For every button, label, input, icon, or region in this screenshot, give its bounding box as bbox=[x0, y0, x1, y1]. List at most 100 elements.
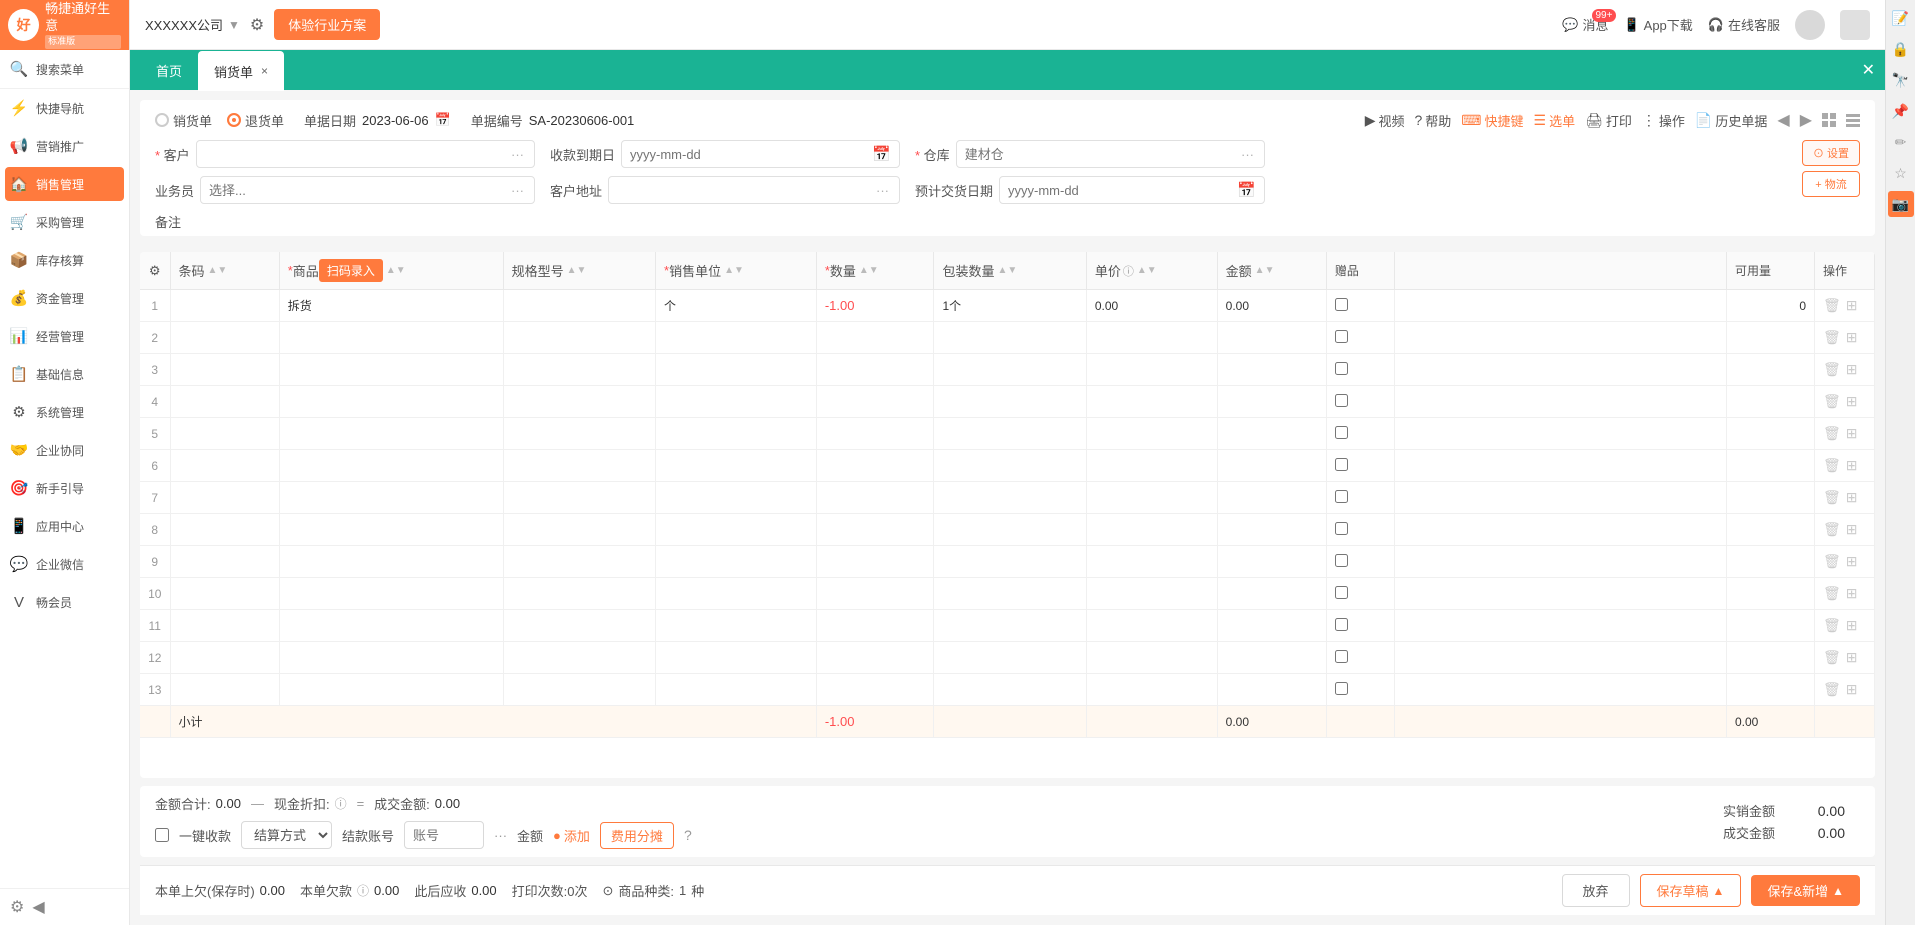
right-sidebar-camera-icon[interactable]: 📷 bbox=[1888, 191, 1914, 217]
delete-row-icon[interactable]: 🗑 bbox=[1823, 553, 1841, 570]
payment-due-input-wrap[interactable]: 📅 bbox=[621, 140, 900, 168]
radio-sales-order[interactable]: 销货单 bbox=[155, 111, 212, 130]
quantity-cell[interactable]: -1.00 bbox=[816, 290, 934, 322]
user-avatar[interactable] bbox=[1795, 10, 1825, 40]
payment-more-icon[interactable]: ··· bbox=[494, 828, 507, 843]
delivery-date-input-wrap[interactable]: 📅 bbox=[999, 176, 1265, 204]
customer-more-icon[interactable]: ··· bbox=[509, 147, 526, 162]
app-download-button[interactable]: 📱 App下载 bbox=[1623, 15, 1692, 34]
sidebar-item-system[interactable]: ⚙ 系统管理 bbox=[0, 393, 129, 431]
sidebar-collapse-icon[interactable]: ◀ bbox=[32, 897, 44, 917]
sidebar-item-purchase[interactable]: 🛒 采购管理 bbox=[0, 203, 129, 241]
sort-price[interactable]: ▲▼ bbox=[1137, 266, 1157, 276]
scan-input-button[interactable]: 扫码录入 bbox=[319, 259, 383, 282]
sidebar-item-operations[interactable]: 📊 经营管理 bbox=[0, 317, 129, 355]
spec-cell[interactable] bbox=[503, 290, 655, 322]
copy-row-icon[interactable]: ⊞ bbox=[1846, 489, 1858, 506]
right-sidebar-pin-icon[interactable]: 📌 bbox=[1888, 98, 1914, 124]
copy-row-icon[interactable]: ⊞ bbox=[1846, 521, 1858, 538]
settlement-select[interactable]: 结算方式 bbox=[241, 821, 332, 849]
action-select[interactable]: ☰ 选单 bbox=[1534, 111, 1576, 130]
right-sidebar-notes-icon[interactable]: 📝 bbox=[1888, 5, 1914, 31]
nav-next-icon[interactable]: ▶ bbox=[1800, 110, 1812, 130]
save-draft-button[interactable]: 保存草稿 ▲ bbox=[1640, 874, 1742, 907]
action-help[interactable]: ? 帮助 bbox=[1414, 111, 1451, 130]
product-cell[interactable]: 拆货 bbox=[279, 290, 503, 322]
copy-row-icon[interactable]: ⊞ bbox=[1846, 425, 1858, 442]
cash-discount-info[interactable]: ⓘ bbox=[335, 795, 347, 812]
right-sidebar-star-icon[interactable]: ☆ bbox=[1888, 160, 1914, 186]
online-service-button[interactable]: 🎧 在线客服 bbox=[1708, 15, 1780, 34]
save-new-button[interactable]: 保存&新增 ▲ bbox=[1751, 875, 1860, 906]
delete-row-icon[interactable]: 🗑 bbox=[1823, 393, 1841, 410]
calendar-icon[interactable]: 📅 bbox=[435, 112, 451, 128]
customer-addr-more-icon[interactable]: ··· bbox=[874, 183, 891, 198]
gift-checkbox[interactable] bbox=[1335, 586, 1348, 599]
unit-cell[interactable]: 个 bbox=[656, 290, 817, 322]
one-click-payment-checkbox[interactable] bbox=[155, 828, 169, 842]
amount-cell[interactable]: 0.00 bbox=[1217, 290, 1326, 322]
action-video[interactable]: ▶ 视频 bbox=[1365, 111, 1405, 130]
delete-row-icon[interactable]: 🗑 bbox=[1823, 457, 1841, 474]
sidebar-item-search[interactable]: 🔍 搜索菜单 bbox=[0, 50, 129, 89]
salesman-input-wrap[interactable]: ··· bbox=[200, 176, 535, 204]
copy-row-icon[interactable]: ⊞ bbox=[1846, 297, 1858, 314]
action-print[interactable]: 🖨 打印 bbox=[1585, 111, 1632, 130]
sort-pack[interactable]: ▲▼ bbox=[997, 266, 1017, 276]
delivery-date-input[interactable] bbox=[1008, 183, 1233, 198]
gift-checkbox[interactable] bbox=[1335, 682, 1348, 695]
gift-checkbox[interactable] bbox=[1335, 490, 1348, 503]
warehouse-input[interactable] bbox=[965, 147, 1235, 162]
unit-price-cell[interactable]: 0.00 bbox=[1086, 290, 1217, 322]
sort-unit[interactable]: ▲▼ bbox=[724, 266, 744, 276]
sidebar-item-basic[interactable]: 📋 基础信息 bbox=[0, 355, 129, 393]
sort-product[interactable]: ▲▼ bbox=[386, 266, 406, 276]
company-selector[interactable]: XXXXXX公司 ▼ bbox=[145, 15, 240, 34]
delete-row-icon[interactable]: 🗑 bbox=[1823, 361, 1841, 378]
sort-quantity[interactable]: ▲▼ bbox=[859, 266, 879, 276]
sidebar-item-marketing[interactable]: 📢 营销推广 bbox=[0, 127, 129, 165]
delete-row-icon[interactable]: 🗑 bbox=[1823, 649, 1841, 666]
gift-checkbox[interactable] bbox=[1335, 522, 1348, 535]
copy-row-icon[interactable]: ⊞ bbox=[1846, 585, 1858, 602]
delivery-calendar-icon[interactable]: 📅 bbox=[1237, 181, 1256, 199]
topbar-settings-icon[interactable]: ⚙ bbox=[250, 15, 264, 35]
sidebar-item-member[interactable]: V 畅会员 bbox=[0, 583, 129, 621]
copy-row-icon[interactable]: ⊞ bbox=[1846, 649, 1858, 666]
delete-row-icon[interactable]: 🗑 bbox=[1823, 617, 1841, 634]
gift-cell[interactable] bbox=[1326, 290, 1394, 322]
sidebar-item-collab[interactable]: 🤝 企业协同 bbox=[0, 431, 129, 469]
gift-checkbox[interactable] bbox=[1335, 426, 1348, 439]
logistics-button[interactable]: + 物流 bbox=[1802, 171, 1860, 197]
tab-close-icon[interactable]: × bbox=[261, 64, 268, 78]
customer-addr-input-wrap[interactable]: ··· bbox=[608, 176, 900, 204]
pack-qty-cell[interactable]: 1个 bbox=[934, 290, 1086, 322]
delete-row-icon[interactable]: 🗑 bbox=[1823, 489, 1841, 506]
sidebar-item-inventory[interactable]: 📦 库存核算 bbox=[0, 241, 129, 279]
debt-info-icon[interactable]: ⓘ bbox=[357, 882, 369, 899]
copy-row-icon[interactable]: ⊞ bbox=[1846, 361, 1858, 378]
customer-addr-input[interactable] bbox=[617, 183, 870, 198]
delete-row-icon[interactable]: 🗑 bbox=[1823, 329, 1841, 346]
tab-sales-order[interactable]: 销货单 × bbox=[198, 51, 284, 91]
delete-row-icon[interactable]: 🗑 bbox=[1823, 521, 1841, 538]
copy-row-icon[interactable]: ⊞ bbox=[1846, 329, 1858, 346]
expense-split-button[interactable]: 费用分摊 bbox=[600, 822, 674, 849]
gift-checkbox[interactable] bbox=[1335, 618, 1348, 631]
action-operate[interactable]: ⋮ 操作 bbox=[1642, 111, 1685, 130]
right-sidebar-edit-icon[interactable]: ✏ bbox=[1888, 129, 1914, 155]
tabbar-close-icon[interactable]: ✕ bbox=[1862, 60, 1875, 80]
settings-button[interactable]: ⊙ 设置 bbox=[1802, 140, 1860, 166]
delete-row-icon[interactable]: 🗑 bbox=[1823, 297, 1841, 314]
copy-row-icon[interactable]: ⊞ bbox=[1846, 617, 1858, 634]
user-menu[interactable] bbox=[1840, 10, 1870, 40]
gift-checkbox[interactable] bbox=[1335, 554, 1348, 567]
goods-type[interactable]: ⊙ 商品种类: 1 种 bbox=[603, 881, 705, 900]
copy-row-icon[interactable]: ⊞ bbox=[1846, 681, 1858, 698]
barcode-cell[interactable] bbox=[170, 290, 279, 322]
right-sidebar-view-icon[interactable]: 🔭 bbox=[1888, 67, 1914, 93]
radio-return-order[interactable]: 退货单 bbox=[227, 111, 284, 130]
customer-input-wrap[interactable]: ··· bbox=[196, 140, 535, 168]
trial-button[interactable]: 体验行业方案 bbox=[274, 9, 380, 40]
delete-row-icon[interactable]: 🗑 bbox=[1823, 681, 1841, 698]
